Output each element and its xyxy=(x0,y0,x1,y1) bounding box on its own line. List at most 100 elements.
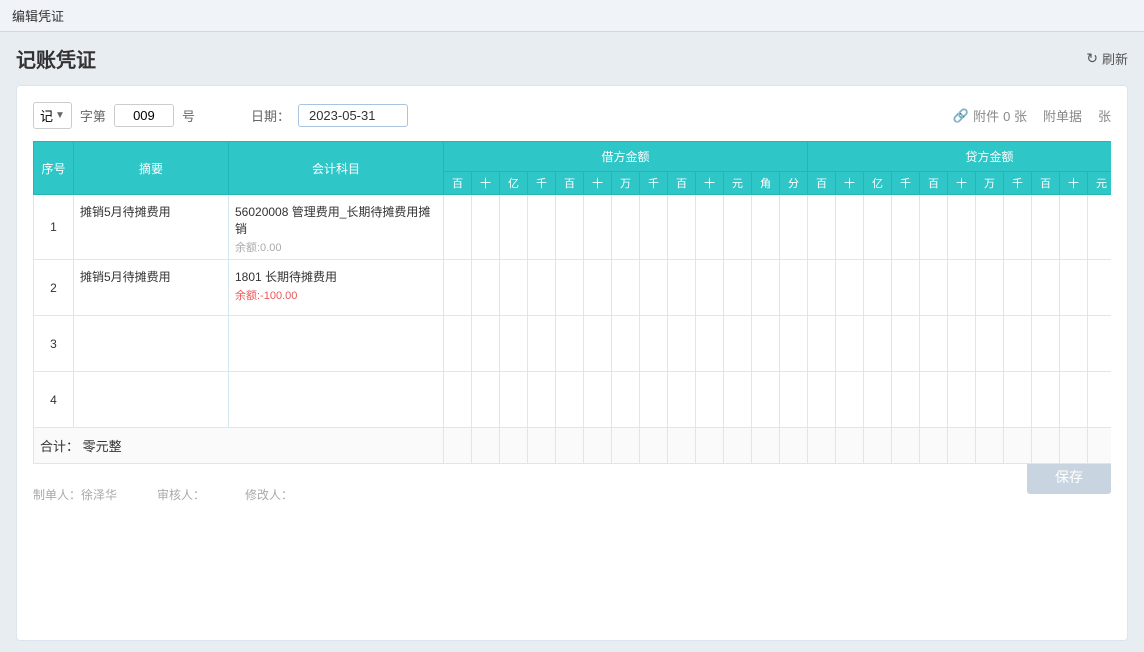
row2-debit-11[interactable] xyxy=(752,260,780,316)
row1-debit-9[interactable] xyxy=(696,195,724,260)
row4-debit-6[interactable] xyxy=(612,372,640,428)
row2-debit-6[interactable] xyxy=(612,260,640,316)
row3-credit-10[interactable] xyxy=(1088,316,1112,372)
row3-debit-12[interactable] xyxy=(780,316,808,372)
row1-debit-8[interactable] xyxy=(668,195,696,260)
row4-credit-2[interactable] xyxy=(864,372,892,428)
row1-debit-12[interactable] xyxy=(780,195,808,260)
row4-credit-6[interactable] xyxy=(976,372,1004,428)
row2-debit-12[interactable] xyxy=(780,260,808,316)
row2-debit-2[interactable] xyxy=(500,260,528,316)
row4-credit-4[interactable] xyxy=(920,372,948,428)
attachment-link[interactable]: 🔗 附件 0 张 xyxy=(953,106,1027,125)
row-seq-1[interactable]: 1 xyxy=(34,195,74,260)
row4-debit-8[interactable] xyxy=(668,372,696,428)
date-input[interactable] xyxy=(298,104,408,127)
row3-credit-7[interactable] xyxy=(1004,316,1032,372)
row3-debit-3[interactable] xyxy=(528,316,556,372)
row1-credit-3[interactable] xyxy=(892,195,920,260)
row3-debit-9[interactable] xyxy=(696,316,724,372)
row4-debit-9[interactable] xyxy=(696,372,724,428)
row3-credit-4[interactable] xyxy=(920,316,948,372)
row4-debit-0[interactable] xyxy=(444,372,472,428)
row1-debit-11[interactable] xyxy=(752,195,780,260)
row4-credit-0[interactable] xyxy=(808,372,836,428)
row1-credit-7[interactable] xyxy=(1004,195,1032,260)
row-seq-3[interactable]: 3 xyxy=(34,316,74,372)
row-summary-3[interactable] xyxy=(74,316,229,372)
row3-debit-10[interactable] xyxy=(724,316,752,372)
row1-debit-2[interactable] xyxy=(500,195,528,260)
row3-debit-2[interactable] xyxy=(500,316,528,372)
row2-debit-1[interactable] xyxy=(472,260,500,316)
row1-credit-2[interactable] xyxy=(864,195,892,260)
row1-debit-6[interactable] xyxy=(612,195,640,260)
row1-debit-3[interactable] xyxy=(528,195,556,260)
row4-credit-1[interactable] xyxy=(836,372,864,428)
row2-credit-5[interactable] xyxy=(948,260,976,316)
row1-credit-4[interactable] xyxy=(920,195,948,260)
row-account-3[interactable] xyxy=(229,316,444,372)
row1-credit-9[interactable] xyxy=(1060,195,1088,260)
row-account-4[interactable] xyxy=(229,372,444,428)
row2-debit-7[interactable] xyxy=(640,260,668,316)
row3-debit-1[interactable] xyxy=(472,316,500,372)
row4-credit-5[interactable] xyxy=(948,372,976,428)
row4-debit-7[interactable] xyxy=(640,372,668,428)
row2-credit-2[interactable] xyxy=(864,260,892,316)
row1-credit-6[interactable] xyxy=(976,195,1004,260)
voucher-type-selector[interactable]: 记 ▼ xyxy=(33,102,72,129)
row-summary-2[interactable]: 摊销5月待摊费用 xyxy=(74,260,229,316)
row2-credit-0[interactable] xyxy=(808,260,836,316)
attach-single-label[interactable]: 附单据 xyxy=(1043,106,1082,125)
refresh-button[interactable]: ↻ 刷新 xyxy=(1086,49,1128,68)
row2-debit-5[interactable] xyxy=(584,260,612,316)
row4-debit-10[interactable] xyxy=(724,372,752,428)
row3-debit-6[interactable] xyxy=(612,316,640,372)
row2-credit-10[interactable] xyxy=(1088,260,1112,316)
row4-credit-8[interactable] xyxy=(1032,372,1060,428)
row3-credit-8[interactable] xyxy=(1032,316,1060,372)
row3-credit-3[interactable] xyxy=(892,316,920,372)
row-seq-4[interactable]: 4 xyxy=(34,372,74,428)
row4-credit-3[interactable] xyxy=(892,372,920,428)
row1-debit-1[interactable] xyxy=(472,195,500,260)
row3-debit-7[interactable] xyxy=(640,316,668,372)
row1-credit-10[interactable] xyxy=(1088,195,1112,260)
row4-credit-10[interactable] xyxy=(1088,372,1112,428)
voucher-number-input[interactable] xyxy=(114,104,174,127)
row1-debit-10[interactable] xyxy=(724,195,752,260)
row-account-1[interactable]: 56020008 管理费用_长期待摊费用摊销余额:0.00 xyxy=(229,195,444,260)
row2-credit-7[interactable] xyxy=(1004,260,1032,316)
row4-debit-2[interactable] xyxy=(500,372,528,428)
row1-debit-0[interactable] xyxy=(444,195,472,260)
row1-debit-7[interactable] xyxy=(640,195,668,260)
row3-credit-1[interactable] xyxy=(836,316,864,372)
row3-credit-9[interactable] xyxy=(1060,316,1088,372)
row4-debit-1[interactable] xyxy=(472,372,500,428)
row2-debit-4[interactable] xyxy=(556,260,584,316)
row4-debit-12[interactable] xyxy=(780,372,808,428)
row1-debit-5[interactable] xyxy=(584,195,612,260)
row-seq-2[interactable]: 2 xyxy=(34,260,74,316)
row1-credit-5[interactable] xyxy=(948,195,976,260)
row2-debit-8[interactable] xyxy=(668,260,696,316)
row2-credit-6[interactable] xyxy=(976,260,1004,316)
row4-debit-11[interactable] xyxy=(752,372,780,428)
row1-credit-0[interactable] xyxy=(808,195,836,260)
row2-debit-9[interactable] xyxy=(696,260,724,316)
row4-credit-9[interactable] xyxy=(1060,372,1088,428)
row-summary-4[interactable] xyxy=(74,372,229,428)
row2-credit-9[interactable] xyxy=(1060,260,1088,316)
row2-credit-4[interactable] xyxy=(920,260,948,316)
row2-debit-3[interactable] xyxy=(528,260,556,316)
row4-debit-5[interactable] xyxy=(584,372,612,428)
row4-credit-7[interactable] xyxy=(1004,372,1032,428)
row3-credit-5[interactable] xyxy=(948,316,976,372)
row3-debit-8[interactable] xyxy=(668,316,696,372)
row3-debit-4[interactable] xyxy=(556,316,584,372)
row3-debit-11[interactable] xyxy=(752,316,780,372)
row3-credit-0[interactable] xyxy=(808,316,836,372)
row1-credit-8[interactable] xyxy=(1032,195,1060,260)
row3-debit-5[interactable] xyxy=(584,316,612,372)
